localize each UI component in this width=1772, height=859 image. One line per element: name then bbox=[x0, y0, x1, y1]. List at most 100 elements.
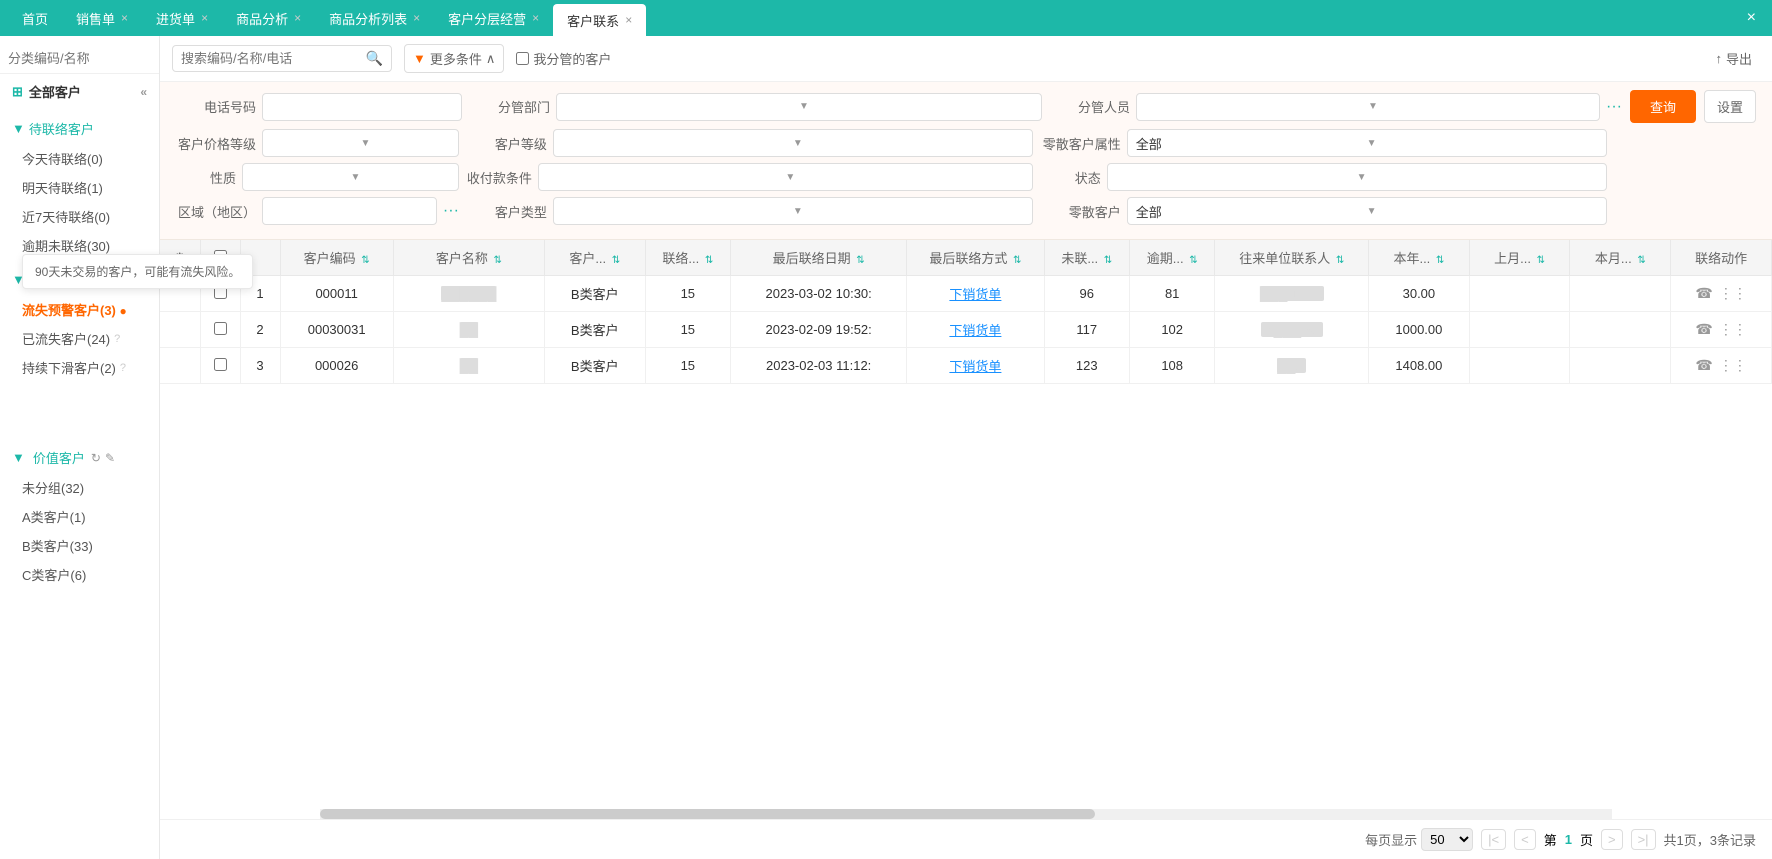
nav-tab-customer-contact[interactable]: 客户联系 × bbox=[553, 4, 646, 36]
prev-page-button[interactable]: < bbox=[1514, 829, 1536, 850]
customer-type-select[interactable]: ▼ bbox=[553, 197, 1033, 225]
th-lastmonth[interactable]: 上月... ⇅ bbox=[1469, 240, 1570, 276]
nav-tab-sales-close[interactable]: × bbox=[121, 11, 128, 25]
nav-tab-analysis-list[interactable]: 商品分析列表 × bbox=[315, 0, 434, 36]
nav-tab-analysis[interactable]: 商品分析 × bbox=[222, 0, 315, 36]
action-contact-icon-0[interactable]: ☎ bbox=[1695, 285, 1712, 302]
per-page-select[interactable]: 50 100 200 bbox=[1421, 828, 1473, 851]
edit-icon[interactable]: ✎ bbox=[105, 451, 115, 465]
payment-select[interactable]: ▼ bbox=[538, 163, 1033, 191]
my-customers-filter[interactable]: 我分管的客户 bbox=[516, 49, 611, 68]
sidebar-section-value: ▼ 价值客户 ↻ ✎ 未分组(32) A类客户(1) B类客户(33) C类客户… bbox=[0, 442, 159, 589]
sidebar-item-a-class[interactable]: A类客户(1) bbox=[0, 502, 159, 531]
nav-tab-analysis-label: 商品分析 bbox=[236, 9, 288, 28]
phone-input[interactable] bbox=[262, 93, 462, 121]
th-lastmonth-label: 上月... bbox=[1494, 251, 1531, 266]
th-assoc[interactable]: 往来单位联系人 ⇅ bbox=[1215, 240, 1369, 276]
row-checkbox-1[interactable] bbox=[214, 322, 227, 335]
settings-button[interactable]: 设置 bbox=[1704, 90, 1756, 123]
sidebar-section-value-title[interactable]: ▼ 价值客户 ↻ ✎ bbox=[0, 442, 159, 473]
td-action-2: ☎ ⋮⋮ bbox=[1671, 348, 1772, 384]
nav-tab-analysis-close[interactable]: × bbox=[294, 11, 301, 25]
sidebar-item-churn-warning[interactable]: 流失预警客户(3) ● bbox=[0, 295, 159, 324]
nav-tab-sales[interactable]: 销售单 × bbox=[62, 0, 142, 36]
more-conditions-button[interactable]: ▼ 更多条件 ∧ bbox=[404, 44, 504, 73]
region-filter: 区域（地区） ··· bbox=[176, 197, 459, 225]
zero-customer-select[interactable]: 全部 ▼ bbox=[1127, 197, 1607, 225]
export-button[interactable]: ↑ 导出 bbox=[1707, 45, 1760, 72]
th-overdue[interactable]: 逾期... ⇅ bbox=[1129, 240, 1214, 276]
td-assoc-1: ly ███ 3... bbox=[1215, 312, 1369, 348]
td-checkbox-2[interactable] bbox=[200, 348, 240, 384]
action-more-icon-1[interactable]: ⋮⋮ bbox=[1719, 321, 1747, 338]
sidebar-section-pending-title[interactable]: ▼ 待联络客户 bbox=[0, 113, 159, 144]
sidebar-all-customers[interactable]: ⊞ 全部客户 « bbox=[0, 74, 159, 109]
staff-chevron-icon: ▼ bbox=[1368, 101, 1591, 112]
staff-dots[interactable]: ··· bbox=[1606, 98, 1622, 116]
action-more-icon-0[interactable]: ⋮⋮ bbox=[1719, 285, 1747, 302]
dept-select[interactable]: ▼ bbox=[556, 93, 1042, 121]
zero-attr-select[interactable]: 全部 ▼ bbox=[1127, 129, 1607, 157]
nature-select[interactable]: ▼ bbox=[242, 163, 459, 191]
sidebar-item-b-class[interactable]: B类客户(33) bbox=[0, 531, 159, 560]
horizontal-scrollbar[interactable] bbox=[320, 809, 1612, 819]
sidebar-item-7days[interactable]: 近7天待联络(0) bbox=[0, 202, 159, 231]
sidebar-collapse-icon[interactable]: « bbox=[140, 85, 147, 99]
th-thismonth[interactable]: 本月... ⇅ bbox=[1570, 240, 1671, 276]
th-date[interactable]: 最后联络日期 ⇅ bbox=[731, 240, 907, 276]
nav-tab-purchase[interactable]: 进货单 × bbox=[142, 0, 222, 36]
next-page-button[interactable]: > bbox=[1601, 829, 1623, 850]
th-name[interactable]: 客户名称 ⇅ bbox=[393, 240, 544, 276]
sidebar-item-ungrouped[interactable]: 未分组(32) bbox=[0, 473, 159, 502]
customer-level-select[interactable]: ▼ bbox=[553, 129, 1033, 157]
td-way-0[interactable]: 下销货单 bbox=[907, 276, 1044, 312]
sidebar-item-churned[interactable]: 已流失客户(24) ? bbox=[0, 324, 159, 353]
sidebar-item-today[interactable]: 今天待联络(0) bbox=[0, 144, 159, 173]
th-contact[interactable]: 联络... ⇅ bbox=[645, 240, 730, 276]
payment-label: 收付款条件 bbox=[467, 168, 532, 187]
last-contact-way-link-0[interactable]: 下销货单 bbox=[949, 287, 1001, 302]
action-more-icon-2[interactable]: ⋮⋮ bbox=[1719, 357, 1747, 374]
staff-select[interactable]: ▼ bbox=[1136, 93, 1600, 121]
last-page-button[interactable]: >| bbox=[1631, 829, 1656, 850]
nav-tab-customer-tier-close[interactable]: × bbox=[532, 11, 539, 25]
td-checkbox-1[interactable] bbox=[200, 312, 240, 348]
td-thisyear-0: 30.00 bbox=[1369, 276, 1470, 312]
nav-tab-customer-tier[interactable]: 客户分层经营 × bbox=[434, 0, 553, 36]
last-contact-way-link-1[interactable]: 下销货单 bbox=[949, 323, 1001, 338]
last-contact-way-link-2[interactable]: 下销货单 bbox=[949, 359, 1001, 374]
sidebar-section-pending: ▼ 待联络客户 今天待联络(0) 明天待联络(1) 近7天待联络(0) 逾期未联… bbox=[0, 113, 159, 260]
customer-level-label: 客户等级 bbox=[467, 134, 547, 153]
my-customers-checkbox[interactable] bbox=[516, 52, 529, 65]
sidebar-item-declining[interactable]: 持续下滑客户(2) ? bbox=[0, 353, 159, 382]
th-type[interactable]: 客户... ⇅ bbox=[544, 240, 645, 276]
th-thisyear[interactable]: 本年... ⇅ bbox=[1369, 240, 1470, 276]
row-checkbox-2[interactable] bbox=[214, 358, 227, 371]
action-contact-icon-1[interactable]: ☎ bbox=[1695, 321, 1712, 338]
td-code-1: 00030031 bbox=[280, 312, 393, 348]
price-level-select[interactable]: ▼ bbox=[262, 129, 459, 157]
td-way-1[interactable]: 下销货单 bbox=[907, 312, 1044, 348]
nav-tab-customer-contact-close[interactable]: × bbox=[625, 13, 632, 27]
th-unlinkd[interactable]: 未联... ⇅ bbox=[1044, 240, 1129, 276]
filter-search-input[interactable] bbox=[181, 51, 366, 66]
nav-tab-purchase-close[interactable]: × bbox=[201, 11, 208, 25]
scrollbar-thumb[interactable] bbox=[320, 809, 1095, 819]
td-type-1: B类客户 bbox=[544, 312, 645, 348]
td-way-2[interactable]: 下销货单 bbox=[907, 348, 1044, 384]
window-close-button[interactable]: × bbox=[1739, 9, 1764, 27]
sidebar-item-tomorrow[interactable]: 明天待联络(1) bbox=[0, 173, 159, 202]
action-contact-icon-2[interactable]: ☎ bbox=[1695, 357, 1712, 374]
first-page-button[interactable]: |< bbox=[1481, 829, 1506, 850]
sidebar-item-c-class[interactable]: C类客户(6) bbox=[0, 560, 159, 589]
nav-tab-analysis-list-close[interactable]: × bbox=[413, 11, 420, 25]
th-code[interactable]: 客户编码 ⇅ bbox=[280, 240, 393, 276]
refresh-icon[interactable]: ↻ bbox=[91, 451, 101, 465]
region-dots[interactable]: ··· bbox=[443, 202, 459, 220]
status-select[interactable]: ▼ bbox=[1107, 163, 1607, 191]
th-way[interactable]: 最后联络方式 ⇅ bbox=[907, 240, 1044, 276]
sidebar-search-input[interactable] bbox=[8, 51, 160, 66]
nav-tab-home[interactable]: 首页 bbox=[8, 9, 62, 28]
region-select[interactable] bbox=[262, 197, 437, 225]
query-button[interactable]: 查询 bbox=[1630, 90, 1696, 123]
